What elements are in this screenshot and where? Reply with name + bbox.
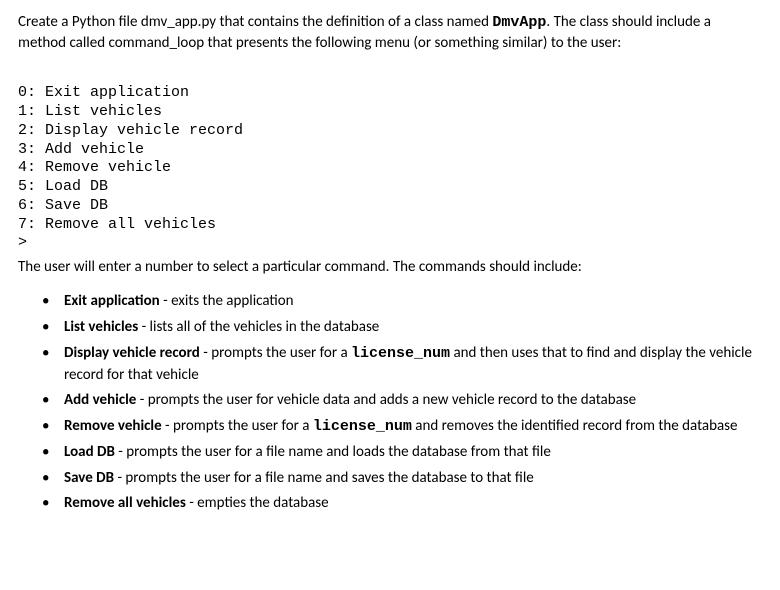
intro-paragraph: Create a Python file dmv_app.py that con…: [18, 12, 762, 54]
command-desc: - exits the application: [160, 292, 294, 310]
menu-line-6: 6: Save DB: [18, 197, 108, 214]
command-desc: - prompts the user for a file name and l…: [115, 443, 551, 461]
command-desc-post: and removes the identified record from t…: [412, 417, 738, 435]
command-desc: - lists all of the vehicles in the datab…: [138, 318, 379, 336]
menu-line-7: 7: Remove all vehicles: [18, 216, 216, 233]
intro-text-1: Create a Python file dmv_app.py that con…: [18, 13, 492, 31]
command-name: Save DB: [64, 469, 114, 487]
list-item: Add vehicle - prompts the user for vehic…: [64, 390, 762, 412]
commands-list: Exit application - exits the application…: [18, 291, 762, 515]
list-item: Remove all vehicles - empties the databa…: [64, 493, 762, 515]
menu-line-0: 0: Exit application: [18, 84, 189, 101]
command-name: Add vehicle: [64, 391, 136, 409]
license-num-code: license_num: [313, 418, 412, 435]
list-item: Save DB - prompts the user for a file na…: [64, 468, 762, 490]
command-desc: - empties the database: [186, 494, 329, 512]
command-desc: - prompts the user for a file name and s…: [114, 469, 534, 487]
menu-line-2: 2: Display vehicle record: [18, 122, 243, 139]
list-item: List vehicles - lists all of the vehicle…: [64, 317, 762, 339]
menu-line-3: 3: Add vehicle: [18, 141, 144, 158]
after-menu-text: The user will enter a number to select a…: [18, 257, 762, 277]
classname-code: DmvApp: [492, 14, 546, 31]
list-item: Display vehicle record - prompts the use…: [64, 343, 762, 387]
command-name: Load DB: [64, 443, 115, 461]
menu-line-5: 5: Load DB: [18, 178, 108, 195]
command-desc: - prompts the user for vehicle data and …: [136, 391, 636, 409]
command-name: List vehicles: [64, 318, 138, 336]
command-name: Remove vehicle: [64, 417, 162, 435]
command-name: Remove all vehicles: [64, 494, 186, 512]
command-desc-pre: - prompts the user for a: [162, 417, 313, 435]
list-item: Remove vehicle - prompts the user for a …: [64, 416, 762, 438]
menu-line-1: 1: List vehicles: [18, 103, 162, 120]
license-num-code: license_num: [351, 345, 450, 362]
command-name: Display vehicle record: [64, 344, 200, 362]
command-desc-pre: - prompts the user for a: [200, 344, 351, 362]
menu-line-4: 4: Remove vehicle: [18, 159, 171, 176]
command-name: Exit application: [64, 292, 160, 310]
list-item: Exit application - exits the application: [64, 291, 762, 313]
menu-prompt: >: [18, 234, 27, 251]
menu-block: 0: Exit application 1: List vehicles 2: …: [18, 66, 762, 254]
list-item: Load DB - prompts the user for a file na…: [64, 442, 762, 464]
